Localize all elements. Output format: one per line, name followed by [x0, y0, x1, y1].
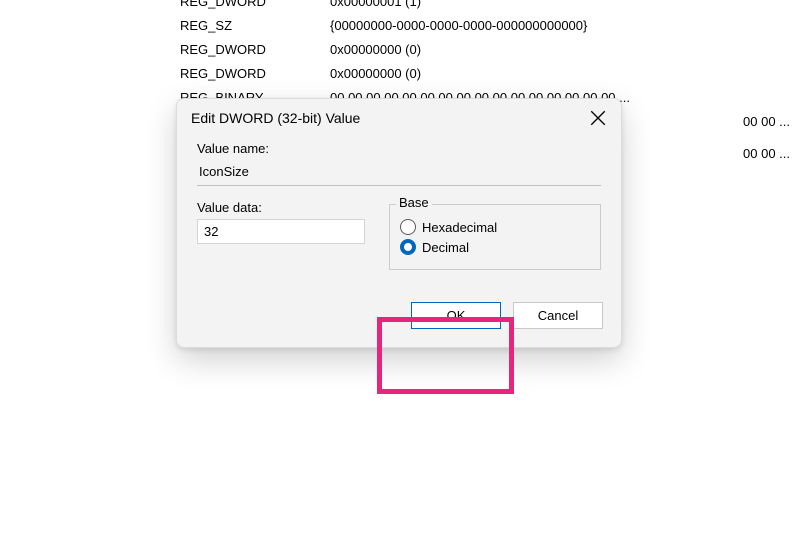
- radio-dec-input[interactable]: [400, 239, 416, 255]
- table-row: REG_DWORD 0x00000001 (1): [0, 0, 800, 14]
- dialog-titlebar: Edit DWORD (32-bit) Value: [177, 99, 621, 135]
- radio-decimal[interactable]: Decimal: [400, 239, 590, 255]
- table-row: REG_DWORD 0x00000000 (0): [0, 38, 800, 62]
- table-row: REG_DWORD 0x00000000 (0): [0, 62, 800, 86]
- reg-type: REG_SZ: [0, 14, 330, 38]
- dialog-button-row: OK Cancel: [177, 286, 621, 347]
- radio-dec-label: Decimal: [422, 240, 469, 255]
- reg-value: 00 00 ...: [743, 142, 790, 166]
- reg-type: REG_DWORD: [0, 0, 330, 14]
- dialog-body: Value name: Value data: Base Hexadecimal…: [177, 135, 621, 286]
- radio-hexadecimal[interactable]: Hexadecimal: [400, 219, 590, 235]
- value-name-input[interactable]: [197, 160, 601, 186]
- reg-value: {00000000-0000-0000-0000-000000000000}: [330, 14, 587, 38]
- base-label: Base: [396, 195, 432, 210]
- table-row: REG_SZ {00000000-0000-0000-0000-00000000…: [0, 14, 800, 38]
- reg-value: 0x00000001 (1): [330, 0, 421, 14]
- reg-type: REG_DWORD: [0, 38, 330, 62]
- value-name-label: Value name:: [197, 141, 601, 156]
- edit-dword-dialog: Edit DWORD (32-bit) Value Value name: Va…: [176, 98, 622, 348]
- value-data-label: Value data:: [197, 200, 365, 215]
- cancel-button[interactable]: Cancel: [513, 302, 603, 329]
- dialog-title: Edit DWORD (32-bit) Value: [191, 110, 360, 126]
- base-fieldset: Base Hexadecimal Decimal: [389, 204, 601, 270]
- ok-button[interactable]: OK: [411, 302, 501, 329]
- reg-type: REG_DWORD: [0, 62, 330, 86]
- close-icon[interactable]: [589, 109, 607, 127]
- reg-value: 0x00000000 (0): [330, 62, 421, 86]
- reg-value: 0x00000000 (0): [330, 38, 421, 62]
- value-data-input[interactable]: [197, 219, 365, 244]
- radio-hex-label: Hexadecimal: [422, 220, 497, 235]
- radio-hex-input[interactable]: [400, 219, 416, 235]
- reg-value: 00 00 ...: [743, 110, 790, 134]
